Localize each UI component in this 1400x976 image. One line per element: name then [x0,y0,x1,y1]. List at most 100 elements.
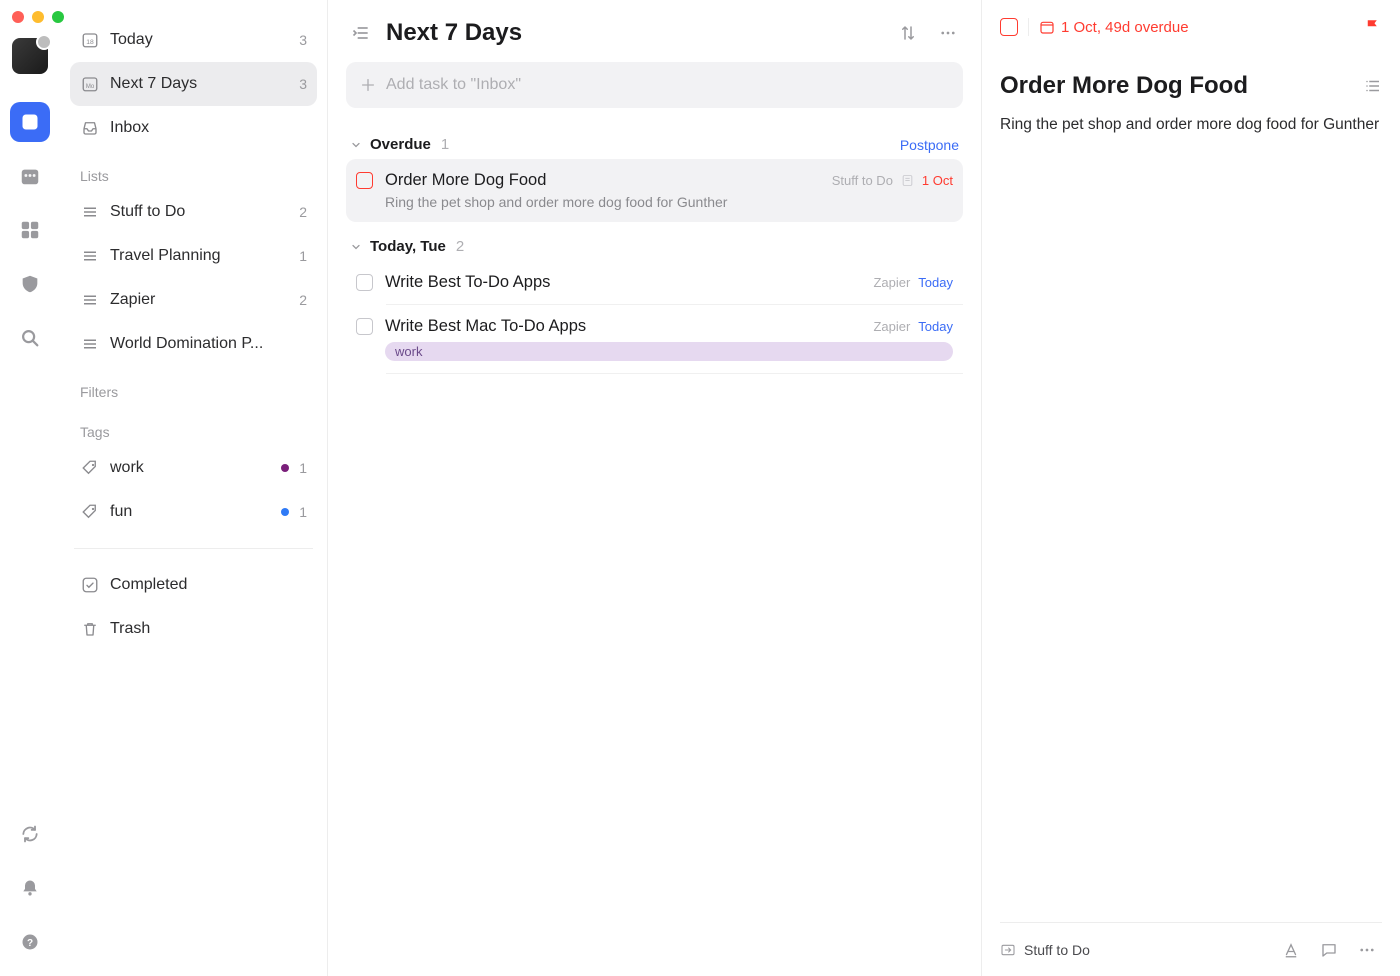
check-square-icon [20,112,40,132]
tag-icon [78,459,102,477]
detail-checkbox[interactable] [1000,18,1018,36]
tag-color-dot [281,508,289,516]
sidebar-completed[interactable]: Completed [70,563,317,607]
task-checkbox[interactable] [356,318,373,335]
sidebar-item-label: Completed [110,576,187,594]
sidebar-list-travel[interactable]: Travel Planning 1 [70,234,317,278]
completed-icon [78,576,102,594]
rail-pomo[interactable] [10,264,50,304]
comment-icon [1320,941,1338,959]
add-task-input[interactable]: Add task to "Inbox" [346,62,963,108]
note-icon [901,174,914,187]
inbox-icon [78,119,102,137]
list-icon [78,335,102,353]
detail-footer: Stuff to Do [1000,922,1382,976]
grid-icon [19,219,41,241]
list-collapse-icon [351,23,371,43]
rail-sync[interactable] [10,814,50,854]
sidebar-tag-work[interactable]: work 1 [70,446,317,490]
sidebar-tags-header: Tags [70,406,317,446]
list-icon [78,247,102,265]
sidebar-filters-header: Filters [70,366,317,406]
detail-comment-button[interactable] [1314,935,1344,965]
rail-search[interactable] [10,318,50,358]
svg-text:?: ? [27,938,33,949]
task-tag[interactable]: work [385,342,953,361]
section-count: 1 [441,136,449,153]
detail-due-button[interactable]: 1 Oct, 49d overdue [1039,19,1189,36]
sidebar-item-count: 1 [299,248,307,264]
maximize-window-button[interactable] [52,11,64,23]
rail-tasks[interactable] [10,102,50,142]
sync-icon [20,824,40,844]
detail-flag-button[interactable] [1364,18,1382,36]
svg-text:18: 18 [86,39,94,46]
rail-calendar[interactable] [10,156,50,196]
sidebar-item-label: Travel Planning [110,247,221,265]
clock-shield-icon [19,273,41,295]
rail-matrix[interactable] [10,210,50,250]
task-item[interactable]: Order More Dog Food Stuff to Do 1 Oct Ri… [346,159,963,222]
sidebar-item-next7days[interactable]: Mo Next 7 Days 3 [70,62,317,106]
search-icon [19,327,41,349]
close-window-button[interactable] [12,11,24,23]
detail-list-label[interactable]: Stuff to Do [1024,942,1090,958]
flag-icon [1364,18,1382,36]
minimize-window-button[interactable] [32,11,44,23]
sidebar-tag-fun[interactable]: fun 1 [70,490,317,534]
sort-icon [899,24,917,42]
detail-body[interactable]: Ring the pet shop and order more dog foo… [1000,114,1382,136]
calendar-icon [19,165,41,187]
sort-button[interactable] [893,18,923,48]
sidebar-item-label: Inbox [110,119,149,137]
bell-icon [20,878,40,898]
section-count: 2 [456,238,464,255]
sidebar-item-count: 2 [299,204,307,220]
view-toggle-button[interactable] [346,18,376,48]
rail-notifications[interactable] [10,868,50,908]
sidebar-item-label: Today [110,31,153,49]
sidebar-list-world[interactable]: World Domination P... [70,322,317,366]
sidebar-list-stufftodo[interactable]: Stuff to Do 2 [70,190,317,234]
more-button[interactable] [933,18,963,48]
svg-text:Mo: Mo [86,84,95,90]
plus-icon [360,77,376,93]
task-due: Today [918,275,953,290]
list-icon [78,291,102,309]
task-item[interactable]: Write Best To-Do Apps Zapier Today [346,261,963,304]
tag-color-dot [281,464,289,472]
section-today-header[interactable]: Today, Tue 2 [346,232,963,261]
section-name: Today, Tue [370,238,446,255]
text-style-icon [1282,941,1300,959]
sidebar-item-inbox[interactable]: Inbox [70,106,317,150]
task-divider [386,373,963,374]
task-title: Write Best To-Do Apps [385,273,550,292]
detail-outline-button[interactable] [1364,77,1382,95]
task-item[interactable]: Write Best Mac To-Do Apps Zapier Today w… [346,305,963,373]
sidebar-item-label: Stuff to Do [110,203,185,221]
sidebar-item-today[interactable]: 18 Today 3 [70,18,317,62]
rail-help[interactable]: ? [10,922,50,962]
detail-panel: 1 Oct, 49d overdue Order More Dog Food R… [982,0,1400,976]
detail-text-style-button[interactable] [1276,935,1306,965]
sidebar-trash[interactable]: Trash [70,607,317,651]
chevron-down-icon [350,241,364,253]
sidebar-item-label: World Domination P... [110,335,263,353]
task-checkbox[interactable] [356,172,373,189]
sidebar-item-count: 3 [299,32,307,48]
sidebar-item-count: 3 [299,76,307,92]
task-checkbox[interactable] [356,274,373,291]
section-overdue-header[interactable]: Overdue 1 Postpone [346,130,963,159]
detail-title-text[interactable]: Order More Dog Food [1000,72,1248,100]
calendar-today-icon: 18 [78,31,102,49]
sidebar-item-label: Trash [110,620,150,638]
postpone-button[interactable]: Postpone [900,137,959,153]
avatar[interactable] [12,38,48,74]
list-icon [78,203,102,221]
sidebar-list-zapier[interactable]: Zapier 2 [70,278,317,322]
sidebar-item-label: fun [110,503,132,521]
window-controls[interactable] [12,11,64,23]
task-description: Ring the pet shop and order more dog foo… [385,194,953,210]
detail-more-button[interactable] [1352,935,1382,965]
sidebar-item-count: 2 [299,292,307,308]
